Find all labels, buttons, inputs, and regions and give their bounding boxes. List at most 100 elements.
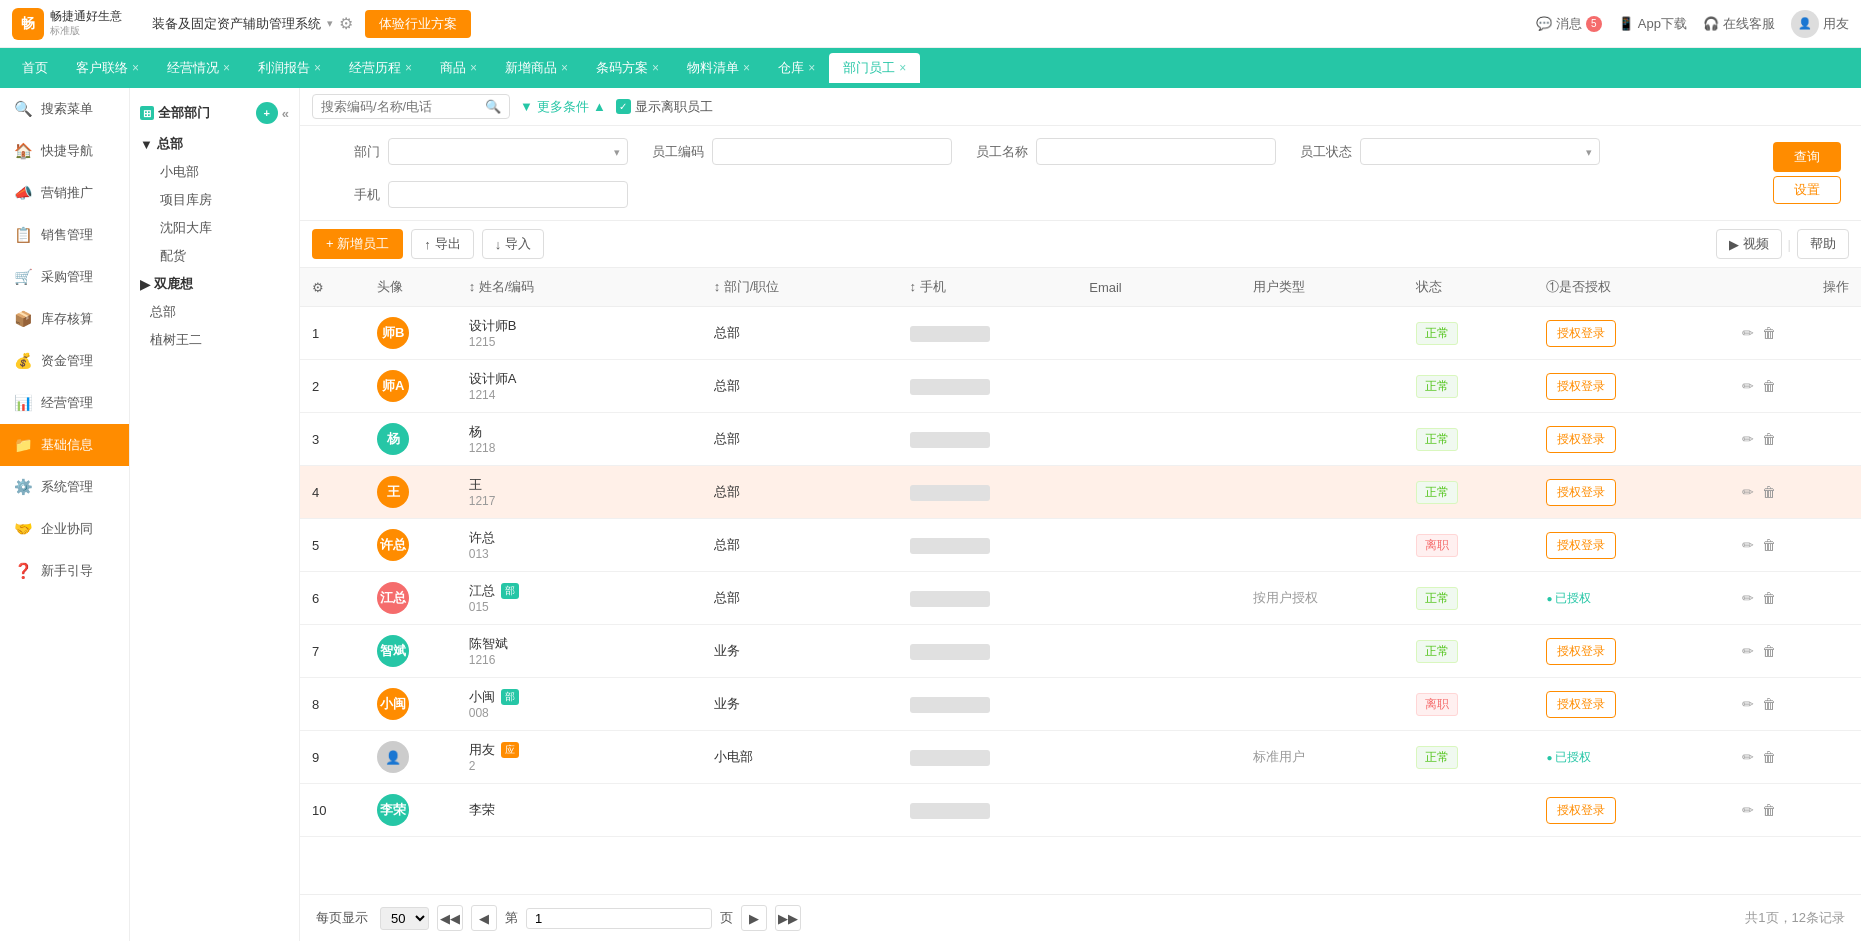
prev-page-button[interactable]: ◀ [471,905,497,931]
tab-close-icon[interactable]: × [132,61,139,75]
sidebar-item-inventory[interactable]: 📦库存核算 [0,298,129,340]
sidebar-item-search[interactable]: 🔍搜索菜单 [0,88,129,130]
user-menu[interactable]: 👤 用友 [1791,10,1849,38]
search-input[interactable] [321,99,481,114]
search-icon[interactable]: 🔍 [485,99,501,114]
nav-tab-客户联络[interactable]: 客户联络 × [62,53,153,83]
sidebar-item-corp[interactable]: 🤝企业协同 [0,508,129,550]
empname-input[interactable] [1036,138,1276,165]
nav-tab-仓库[interactable]: 仓库 × [764,53,829,83]
edit-icon[interactable]: ✏ [1742,484,1754,500]
nav-tab-部门员工[interactable]: 部门员工 × [829,53,920,83]
page-size-select[interactable]: 50 [380,907,429,930]
sidebar-item-purchase[interactable]: 🛒采购管理 [0,256,129,298]
th-name[interactable]: ↕ 姓名/编码 [457,268,702,307]
add-employee-button[interactable]: + 新增员工 [312,229,403,259]
delete-icon[interactable]: 🗑 [1762,378,1776,394]
delete-icon[interactable]: 🗑 [1762,749,1776,765]
auth-button[interactable]: 授权登录 [1546,638,1616,665]
dept-node-xiaodian[interactable]: 小电部 [130,158,299,186]
dept-node-zhishuwanger[interactable]: 植树王二 [130,326,299,354]
th-phone[interactable]: ↕ 手机 [898,268,1078,307]
tab-close-icon[interactable]: × [223,61,230,75]
nav-tab-条码方案[interactable]: 条码方案 × [582,53,673,83]
sidebar-item-basic[interactable]: 📁基础信息 [0,424,129,466]
auth-button[interactable]: 授权登录 [1546,691,1616,718]
tab-close-icon[interactable]: × [470,61,477,75]
show-resigned-checkbox[interactable]: ✓ 显示离职员工 [616,98,713,116]
delete-icon[interactable]: 🗑 [1762,325,1776,341]
tab-close-icon[interactable]: × [808,61,815,75]
nav-tab-首页[interactable]: 首页 [8,53,62,83]
online-service-button[interactable]: 🎧 在线客服 [1703,15,1775,33]
tab-close-icon[interactable]: × [561,61,568,75]
settings-icon[interactable]: ⚙ [339,14,353,33]
nav-tab-经营历程[interactable]: 经营历程 × [335,53,426,83]
edit-icon[interactable]: ✏ [1742,643,1754,659]
dept-collapse-button[interactable]: « [282,106,289,121]
tab-close-icon[interactable]: × [652,61,659,75]
next-page-button[interactable]: ▶ [741,905,767,931]
title-dropdown[interactable]: ▾ [327,17,333,30]
dept-node-peihuo[interactable]: 配货 [130,242,299,270]
dept-node-zongbu[interactable]: 总部 [130,298,299,326]
trial-button[interactable]: 体验行业方案 [365,10,471,38]
delete-icon[interactable]: 🗑 [1762,537,1776,553]
sidebar-item-marketing[interactable]: 📣营销推广 [0,172,129,214]
last-page-button[interactable]: ▶▶ [775,905,801,931]
tab-close-icon[interactable]: × [405,61,412,75]
first-page-button[interactable]: ◀◀ [437,905,463,931]
nav-tab-物料清单[interactable]: 物料清单 × [673,53,764,83]
dept-select[interactable] [388,138,628,165]
nav-tab-商品[interactable]: 商品 × [426,53,491,83]
edit-icon[interactable]: ✏ [1742,325,1754,341]
nav-tab-经营情况[interactable]: 经营情况 × [153,53,244,83]
tab-close-icon[interactable]: × [743,61,750,75]
sidebar-item-system[interactable]: ⚙️系统管理 [0,466,129,508]
nav-tab-新增商品[interactable]: 新增商品 × [491,53,582,83]
dept-add-button[interactable]: + [256,102,278,124]
empcode-input[interactable] [712,138,952,165]
message-button[interactable]: 💬 消息 5 [1536,15,1602,33]
delete-icon[interactable]: 🗑 [1762,802,1776,818]
export-button[interactable]: ↑ 导出 [411,229,474,259]
th-dept[interactable]: ↕ 部门/职位 [702,268,898,307]
query-button[interactable]: 查询 [1773,142,1841,172]
edit-icon[interactable]: ✏ [1742,590,1754,606]
sidebar-item-sales[interactable]: 📋销售管理 [0,214,129,256]
dept-node-shenyangdaku[interactable]: 沈阳大库 [130,214,299,242]
import-button[interactable]: ↓ 导入 [482,229,545,259]
page-number-input[interactable] [526,908,712,929]
tab-close-icon[interactable]: × [314,61,321,75]
dept-node-zongbu-group[interactable]: ▼总部 [130,130,299,158]
auth-button[interactable]: 授权登录 [1546,426,1616,453]
sidebar-item-shortcut[interactable]: 🏠快捷导航 [0,130,129,172]
sidebar-item-operations[interactable]: 📊经营管理 [0,382,129,424]
auth-button[interactable]: 授权登录 [1546,320,1616,347]
auth-button[interactable]: 授权登录 [1546,479,1616,506]
auth-button[interactable]: 授权登录 [1546,373,1616,400]
set-button[interactable]: 设置 [1773,176,1841,204]
sidebar-item-guide[interactable]: ❓新手引导 [0,550,129,592]
edit-icon[interactable]: ✏ [1742,696,1754,712]
empstatus-select[interactable] [1360,138,1600,165]
help-button[interactable]: 帮助 [1797,229,1849,259]
phone-input[interactable] [388,181,628,208]
delete-icon[interactable]: 🗑 [1762,643,1776,659]
th-settings[interactable]: ⚙ [300,268,365,307]
tab-close-icon[interactable]: × [899,61,906,75]
edit-icon[interactable]: ✏ [1742,802,1754,818]
delete-icon[interactable]: 🗑 [1762,431,1776,447]
dept-node-shuanglu[interactable]: ▶双鹿想 [130,270,299,298]
edit-icon[interactable]: ✏ [1742,749,1754,765]
sidebar-item-finance[interactable]: 💰资金管理 [0,340,129,382]
auth-button[interactable]: 授权登录 [1546,797,1616,824]
edit-icon[interactable]: ✏ [1742,537,1754,553]
nav-tab-利润报告[interactable]: 利润报告 × [244,53,335,83]
auth-button[interactable]: 授权登录 [1546,532,1616,559]
edit-icon[interactable]: ✏ [1742,431,1754,447]
dept-node-xiangmukufang[interactable]: 项目库房 [130,186,299,214]
delete-icon[interactable]: 🗑 [1762,484,1776,500]
delete-icon[interactable]: 🗑 [1762,696,1776,712]
view-button[interactable]: ▶ 视频 [1716,229,1782,259]
